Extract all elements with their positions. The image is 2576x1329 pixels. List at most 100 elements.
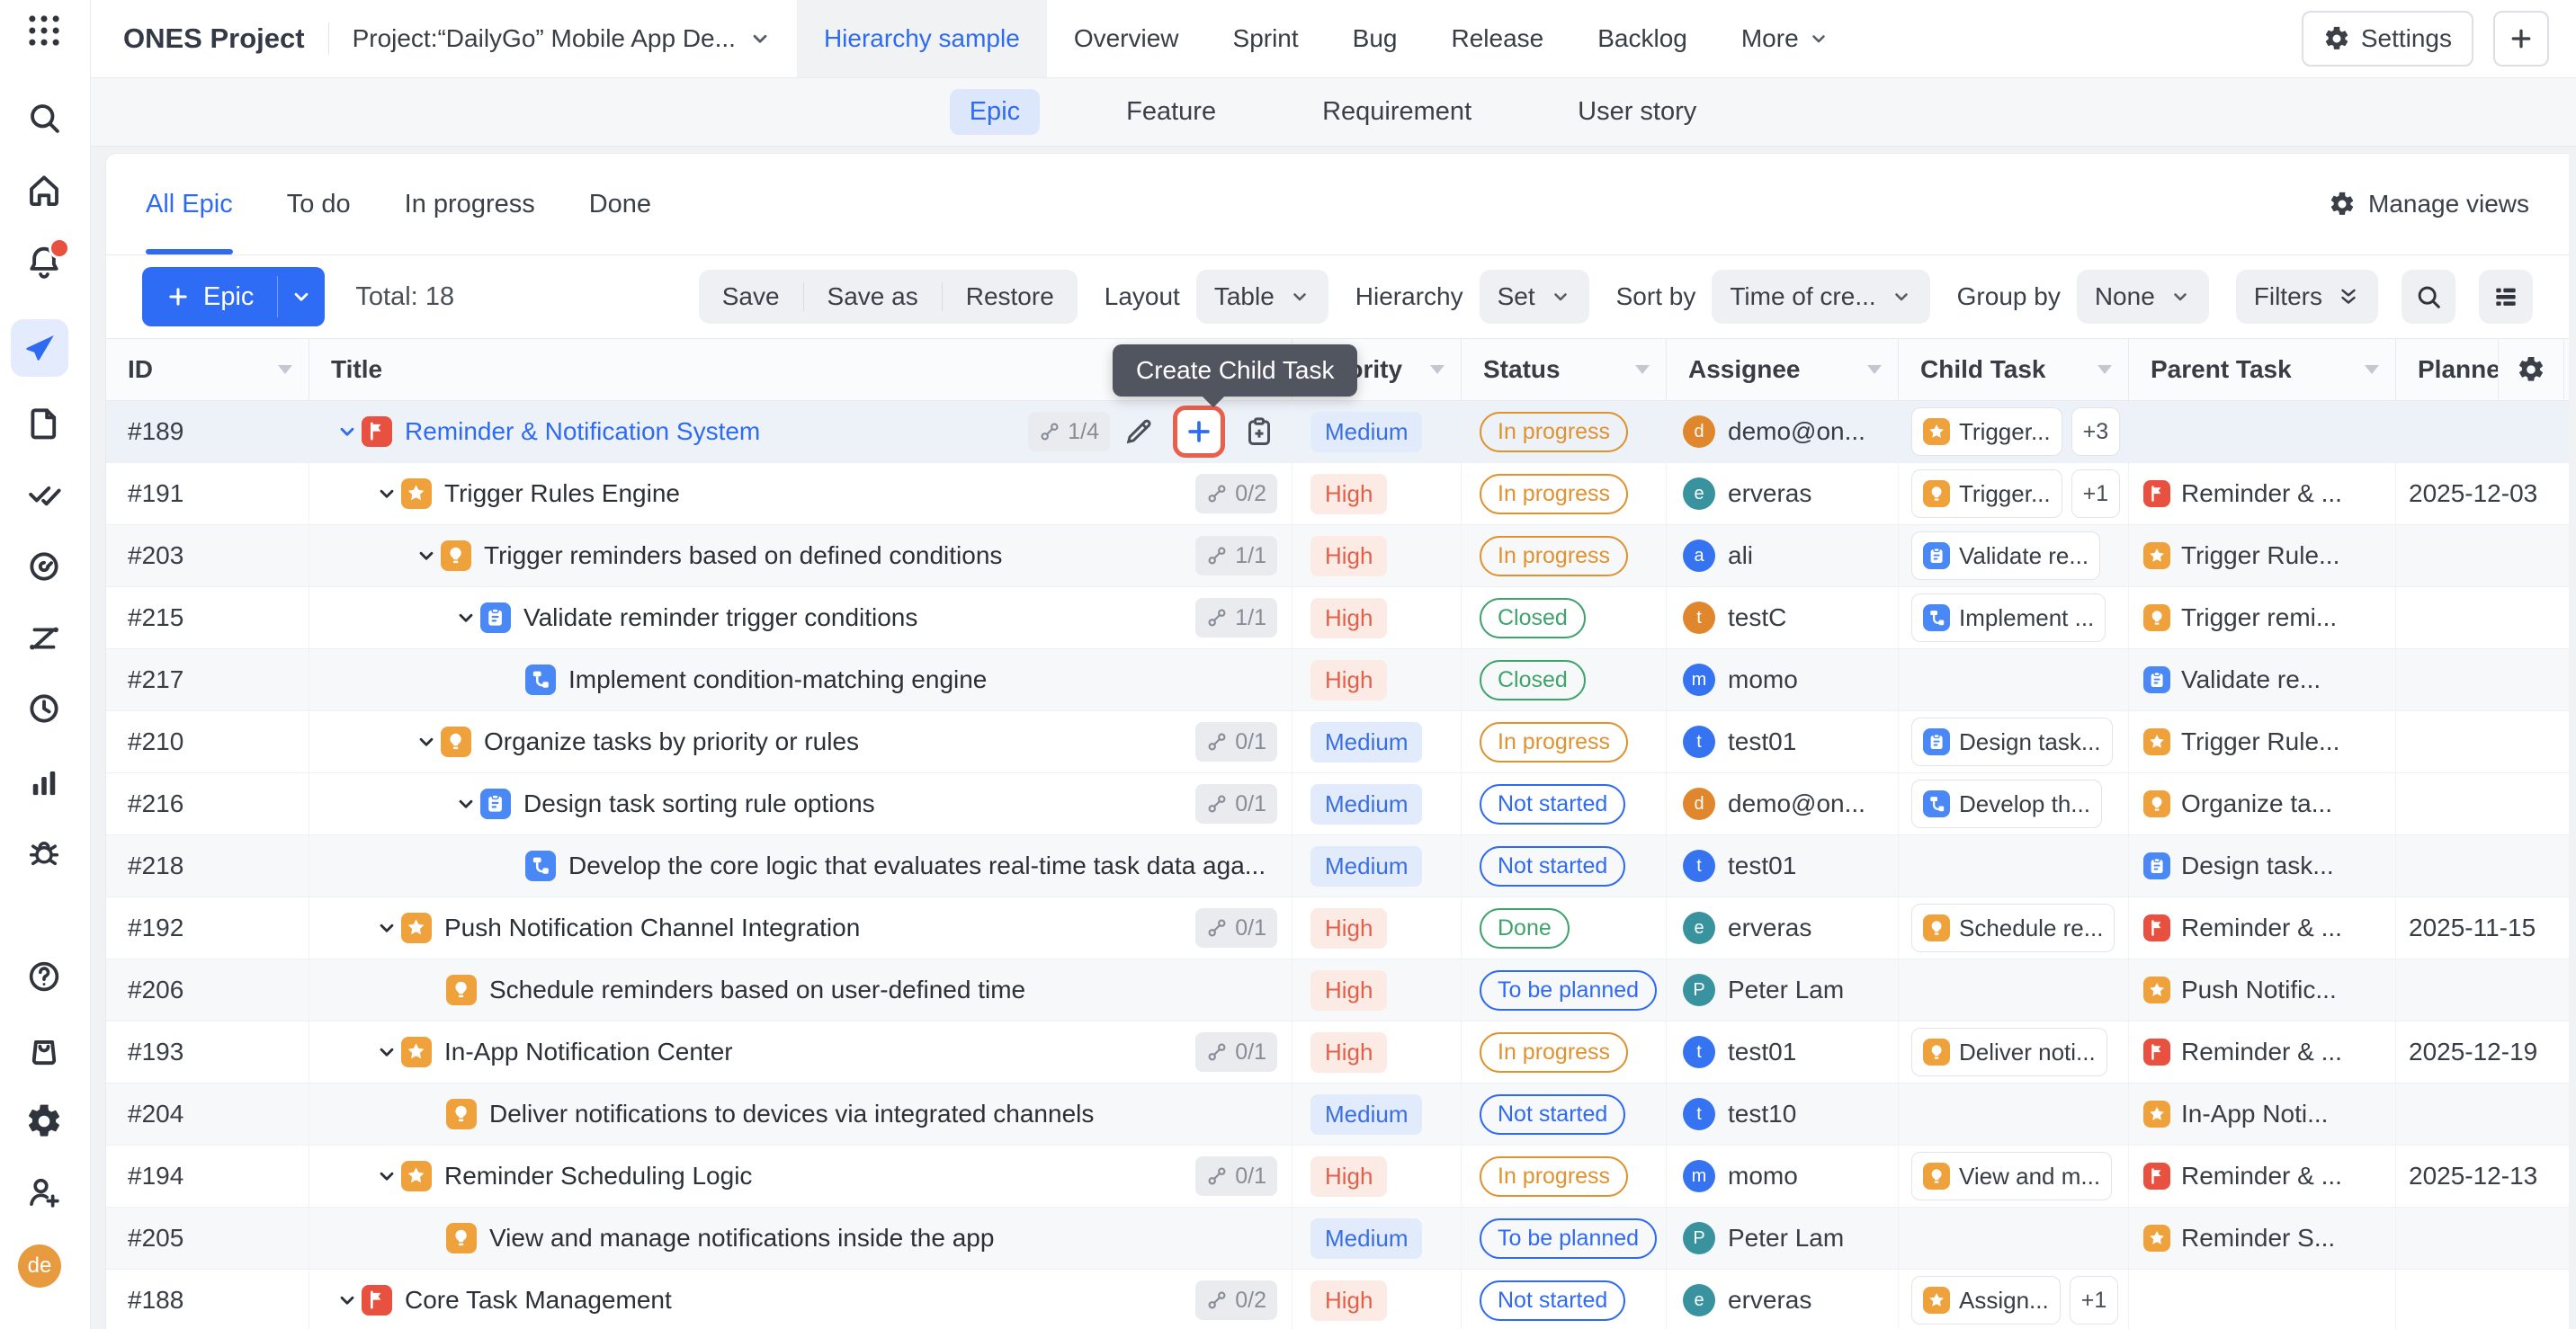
sort-triangle-icon[interactable] [2097, 365, 2112, 374]
priority-chip[interactable]: Medium [1310, 411, 1423, 452]
sidebar-item-search[interactable] [25, 99, 63, 137]
link-count-badge[interactable]: 0/1 [1195, 1032, 1277, 1072]
tab-user-story[interactable]: User story [1558, 89, 1716, 135]
parent-task-link[interactable]: Design task... [2143, 852, 2334, 880]
issue-title[interactable]: Trigger reminders based on defined condi… [484, 541, 1002, 570]
view-tab-to-do[interactable]: To do [287, 154, 351, 254]
settings-button[interactable]: Settings [2301, 11, 2473, 67]
project-selector[interactable]: Project:“DailyGo” Mobile App De... [353, 24, 772, 53]
issue-title[interactable]: Implement condition-matching engine [568, 665, 987, 694]
child-task-more[interactable]: +3 [2071, 407, 2121, 456]
layout-select[interactable]: Table [1195, 270, 1328, 324]
child-task-chip[interactable]: Implement ... [1911, 593, 2106, 642]
issue-title[interactable]: Deliver notifications to devices via int… [489, 1100, 1094, 1128]
expand-chevron[interactable] [372, 1040, 401, 1064]
nav-item-more[interactable]: More [1714, 0, 1856, 77]
sidebar-item-add-user[interactable] [25, 1173, 63, 1211]
column-header-assignee[interactable]: Assignee [1667, 339, 1899, 400]
link-count-badge[interactable]: 1/1 [1195, 598, 1277, 638]
expand-chevron[interactable] [452, 792, 480, 816]
restore-button[interactable]: Restore [943, 270, 1078, 324]
priority-chip[interactable]: Medium [1310, 783, 1423, 825]
table-row[interactable]: #192 Push Notification Channel Integrati… [106, 897, 2569, 959]
nav-item-overview[interactable]: Overview [1047, 0, 1206, 77]
table-row[interactable]: #194 Reminder Scheduling Logic 0/1 High I… [106, 1146, 2569, 1208]
parent-task-link[interactable]: Reminder S... [2143, 1224, 2335, 1253]
copy-icon[interactable] [1239, 412, 1279, 451]
priority-chip[interactable]: High [1310, 969, 1388, 1011]
table-row[interactable]: #191 Trigger Rules Engine 0/2 High In pro… [106, 463, 2569, 525]
link-count-badge[interactable]: 0/2 [1195, 1280, 1277, 1320]
status-pill[interactable]: Not started [1480, 845, 1626, 887]
child-task-chip[interactable]: Trigger... [1911, 407, 2062, 456]
view-tab-in-progress[interactable]: In progress [405, 154, 535, 254]
table-row[interactable]: #193 In-App Notification Center 0/1 High … [106, 1021, 2569, 1084]
tab-epic[interactable]: Epic [949, 88, 1041, 135]
nav-item-release[interactable]: Release [1425, 0, 1571, 77]
parent-task-link[interactable]: Validate re... [2143, 665, 2321, 694]
sidebar-item-project[interactable] [11, 319, 68, 377]
priority-chip[interactable]: High [1310, 1155, 1388, 1197]
status-pill[interactable]: To be planned [1480, 1218, 1658, 1259]
link-count-badge[interactable]: 0/2 [1195, 474, 1277, 513]
sidebar-item-bug[interactable] [25, 834, 63, 872]
nav-item-bug[interactable]: Bug [1326, 0, 1425, 77]
status-pill[interactable]: Closed [1480, 597, 1586, 638]
sidebar-item-help[interactable] [25, 958, 63, 995]
table-row[interactable]: #205 View and manage notifications insid… [106, 1208, 2569, 1270]
status-pill[interactable]: In progress [1480, 473, 1629, 514]
expand-chevron[interactable] [372, 916, 401, 940]
parent-task-link[interactable]: Reminder & ... [2143, 1162, 2342, 1191]
issue-title[interactable]: Push Notification Channel Integration [444, 914, 860, 942]
status-pill[interactable]: In progress [1480, 411, 1629, 452]
sidebar-item-bag[interactable] [25, 1030, 63, 1068]
sidebar-item-home[interactable] [25, 171, 63, 209]
expand-chevron[interactable] [372, 1164, 401, 1188]
table-row[interactable]: #188 Core Task Management 0/2 High Not st… [106, 1270, 2569, 1329]
table-row[interactable]: #217 Implement condition-matching engine… [106, 649, 2569, 711]
parent-task-link[interactable]: Reminder & ... [2143, 1038, 2342, 1066]
child-task-chip[interactable]: Deliver noti... [1911, 1028, 2107, 1076]
priority-chip[interactable]: Medium [1310, 1218, 1423, 1259]
parent-task-link[interactable]: In-App Noti... [2143, 1100, 2328, 1128]
sidebar-item-chart[interactable] [25, 764, 63, 802]
add-button[interactable] [2493, 11, 2549, 67]
sidebar-item-gear[interactable] [25, 1102, 63, 1140]
sort-triangle-icon[interactable] [1635, 365, 1650, 374]
link-count-badge[interactable]: 1/4 [1028, 412, 1110, 451]
status-pill[interactable]: Not started [1480, 783, 1626, 825]
table-row[interactable]: #189 Reminder & Notification System 1/4 M… [106, 401, 2569, 463]
expand-chevron[interactable] [333, 1289, 362, 1312]
table-row[interactable]: #206 Schedule reminders based on user-de… [106, 959, 2569, 1021]
expand-chevron[interactable] [412, 544, 441, 567]
issue-title[interactable]: Trigger Rules Engine [444, 479, 680, 508]
column-header-id[interactable]: ID [106, 339, 309, 400]
priority-chip[interactable]: Medium [1310, 845, 1423, 887]
child-task-chip[interactable]: Schedule re... [1911, 904, 2115, 952]
issue-title[interactable]: Schedule reminders based on user-defined… [489, 976, 1025, 1004]
issue-title[interactable]: Core Task Management [405, 1286, 672, 1315]
link-count-badge[interactable]: 0/1 [1195, 908, 1277, 948]
edit-icon[interactable] [1119, 412, 1158, 451]
child-task-chip[interactable]: Trigger... [1911, 469, 2062, 518]
parent-task-link[interactable]: Trigger remi... [2143, 603, 2337, 632]
save-as-button[interactable]: Save as [804, 270, 942, 324]
hierarchy-select[interactable]: Set [1479, 270, 1589, 324]
save-button[interactable]: Save [699, 270, 803, 324]
status-pill[interactable]: In progress [1480, 535, 1629, 576]
sort-by-select[interactable]: Time of cre... [1712, 270, 1930, 324]
priority-chip[interactable]: High [1310, 535, 1388, 576]
child-task-chip[interactable]: View and m... [1911, 1152, 2113, 1200]
expand-chevron[interactable] [333, 420, 362, 443]
tab-requirement[interactable]: Requirement [1302, 89, 1491, 135]
parent-task-link[interactable]: Reminder & ... [2143, 914, 2342, 942]
detail-view-button[interactable] [2479, 270, 2533, 324]
issue-title[interactable]: Validate reminder trigger conditions [523, 603, 917, 632]
create-epic-button[interactable]: Epic [142, 267, 326, 326]
issue-title[interactable]: Design task sorting rule options [523, 789, 875, 818]
sidebar-item-flow[interactable] [25, 620, 63, 657]
status-pill[interactable]: In progress [1480, 721, 1629, 763]
status-pill[interactable]: Closed [1480, 659, 1586, 700]
expand-chevron[interactable] [412, 730, 441, 754]
child-task-chip[interactable]: Develop th... [1911, 780, 2102, 828]
